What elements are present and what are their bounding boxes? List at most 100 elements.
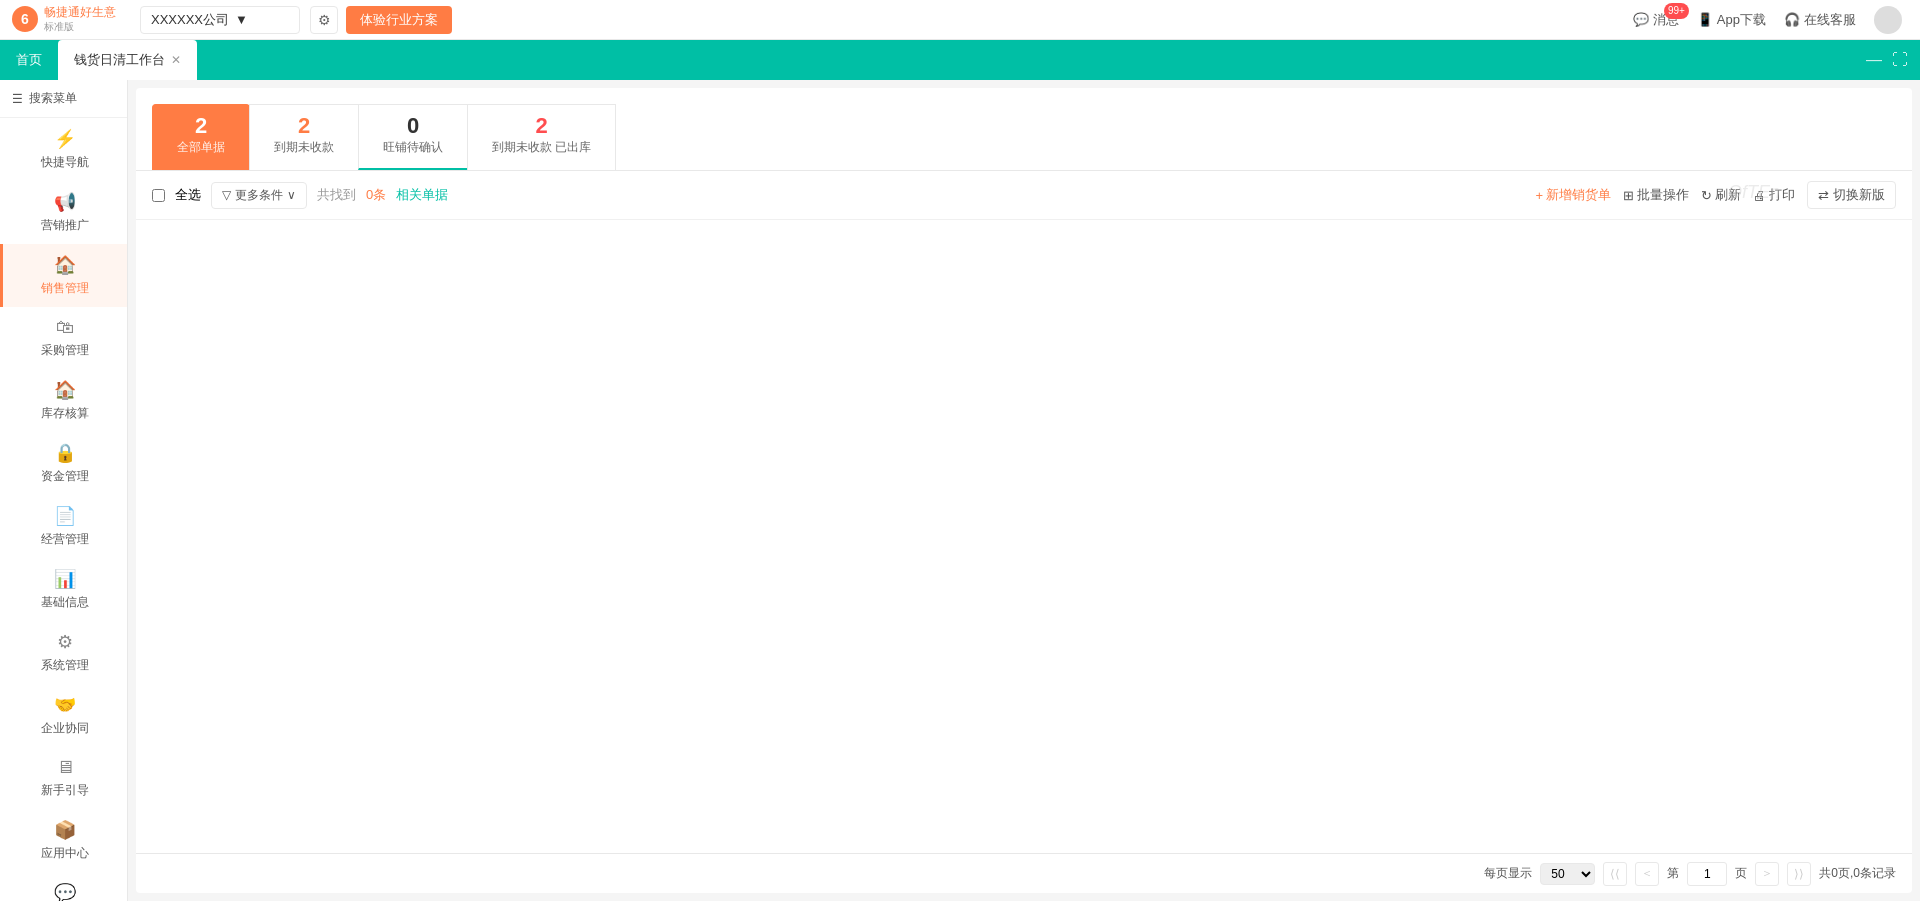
weixin-icon: 💬 [54, 882, 76, 901]
sidebar-item-purchase[interactable]: 🛍 采购管理 [0, 307, 127, 369]
refresh-label: 刷新 [1715, 186, 1741, 204]
refresh-button[interactable]: ↻ 刷新 [1701, 186, 1741, 204]
stat-num-overdue: 2 [274, 113, 334, 139]
maximize-icon[interactable]: ⛶ [1892, 51, 1908, 69]
collab-icon: 🤝 [54, 694, 76, 716]
batch-icon: ⊞ [1623, 188, 1634, 203]
total-text: 共0页,0条记录 [1819, 865, 1896, 882]
stat-tab-shipped[interactable]: 2 到期未收款 已出库 [467, 104, 616, 170]
select-all-checkbox[interactable] [152, 189, 165, 202]
sidebar-item-inventory[interactable]: 🏠 库存核算 [0, 369, 127, 432]
select-all-label: 全选 [175, 186, 201, 204]
found-count: 0条 [366, 186, 386, 204]
guide-icon: 🖥 [56, 757, 74, 778]
system-icon: ⚙ [57, 631, 73, 653]
stat-tab-overdue[interactable]: 2 到期未收款 [249, 104, 359, 170]
tab-close-icon[interactable]: ✕ [171, 53, 181, 67]
current-page-input[interactable] [1687, 862, 1727, 886]
main-layout: ☰ 搜索菜单 ⚡ 快捷导航 📢 营销推广 🏠 销售管理 🛍 采购管理 🏠 库存核… [0, 80, 1920, 901]
sidebar-item-label: 企业协同 [41, 720, 89, 737]
operation-icon: 📄 [54, 505, 76, 527]
sidebar-item-basic[interactable]: 📊 基础信息 [0, 558, 127, 621]
sidebar-item-finance[interactable]: 🔒 资金管理 [0, 432, 127, 495]
sidebar-item-label: 快捷导航 [41, 154, 89, 171]
message-button[interactable]: 💬 消息 99+ [1633, 11, 1679, 29]
sidebar-item-marketing[interactable]: 📢 营销推广 [0, 181, 127, 244]
company-name: XXXXXX公司 [151, 11, 229, 29]
sidebar-item-guide[interactable]: 🖥 新手引导 [0, 747, 127, 809]
service-icon: 🎧 [1784, 12, 1800, 27]
header-actions: ⚙ 体验行业方案 [310, 6, 452, 34]
sidebar-item-label: 库存核算 [41, 405, 89, 422]
message-badge: 99+ [1664, 3, 1689, 19]
print-button[interactable]: 🖨 打印 [1753, 186, 1795, 204]
sidebar-item-weixin[interactable]: 💬 企业微信 [0, 872, 127, 901]
first-page-button[interactable]: ⟨⟨ [1603, 862, 1627, 886]
work-area: 2 全部单据 2 到期未收款 0 旺铺待确认 2 到期未收款 已出库 [136, 88, 1912, 893]
sidebar-item-operation[interactable]: 📄 经营管理 [0, 495, 127, 558]
page-label-end: 页 [1735, 865, 1747, 882]
stat-label-all: 全部单据 [177, 139, 225, 156]
minimize-icon[interactable]: — [1866, 51, 1882, 69]
search-menu-button[interactable]: ☰ 搜索菜单 [0, 80, 127, 118]
tab-work-label: 钱货日清工作台 [74, 51, 165, 69]
related-link[interactable]: 相关单据 [396, 186, 448, 204]
found-text: 共找到 [317, 186, 356, 204]
quick-nav-icon: ⚡ [54, 128, 76, 150]
switch-label: 切换新版 [1833, 186, 1885, 204]
company-selector[interactable]: XXXXXX公司 ▼ [140, 6, 300, 34]
filter-label: 更多条件 [235, 187, 283, 204]
footer-pagination: 每页显示 50 100 200 ⟨⟨ ＜ 第 页 ＞ ⟩⟩ 共0页,0条记录 [136, 853, 1912, 893]
filter-button[interactable]: ▽ 更多条件 ∨ [211, 182, 307, 209]
appstore-icon: 📦 [54, 819, 76, 841]
next-page-button[interactable]: ＞ [1755, 862, 1779, 886]
stat-label-shipped: 到期未收款 已出库 [492, 139, 591, 156]
sidebar-item-collab[interactable]: 🤝 企业协同 [0, 684, 127, 747]
page-size-select[interactable]: 50 100 200 [1540, 863, 1595, 885]
top-header: 6 畅捷通好生意 标准版 XXXXXX公司 ▼ ⚙ 体验行业方案 💬 消息 99… [0, 0, 1920, 40]
search-menu-label: 搜索菜单 [29, 90, 77, 107]
stat-num-all: 2 [177, 113, 225, 139]
switch-version-button[interactable]: ⇄ 切换新版 [1807, 181, 1896, 209]
refresh-icon: ↻ [1701, 188, 1712, 203]
tab-home[interactable]: 首页 [0, 40, 58, 80]
avatar [1874, 6, 1902, 34]
batch-button[interactable]: ⊞ 批量操作 [1623, 186, 1689, 204]
app-download-button[interactable]: 📱 App下载 [1697, 11, 1766, 29]
stat-tab-all[interactable]: 2 全部单据 [152, 104, 250, 170]
last-page-button[interactable]: ⟩⟩ [1787, 862, 1811, 886]
sidebar-item-label: 新手引导 [41, 782, 89, 799]
sidebar-item-label: 采购管理 [41, 342, 89, 359]
sidebar-item-appstore[interactable]: 📦 应用中心 [0, 809, 127, 872]
add-sales-order-button[interactable]: + 新增销货单 [1535, 186, 1611, 204]
sidebar-item-label: 基础信息 [41, 594, 89, 611]
tab-home-label: 首页 [16, 51, 42, 69]
inventory-icon: 🏠 [54, 379, 76, 401]
app-download-label: App下载 [1717, 11, 1766, 29]
tab-work[interactable]: 钱货日清工作台 ✕ [58, 40, 197, 80]
print-label: 打印 [1769, 186, 1795, 204]
stat-num-pending: 0 [383, 113, 443, 139]
add-label: 新增销货单 [1546, 186, 1611, 204]
page-size-label: 每页显示 [1484, 865, 1532, 882]
stat-num-shipped: 2 [492, 113, 591, 139]
message-icon: 💬 [1633, 12, 1649, 27]
logo-icon: 6 [12, 6, 38, 32]
avatar-area[interactable] [1874, 6, 1908, 34]
sidebar-item-system[interactable]: ⚙ 系统管理 [0, 621, 127, 684]
basic-icon: 📊 [54, 568, 76, 590]
settings-button[interactable]: ⚙ [310, 6, 338, 34]
stats-tabs: 2 全部单据 2 到期未收款 0 旺铺待确认 2 到期未收款 已出库 [136, 88, 1912, 171]
sales-icon: 🏠 [54, 254, 76, 276]
sidebar-item-sales[interactable]: 🏠 销售管理 [0, 244, 127, 307]
stat-tab-pending[interactable]: 0 旺铺待确认 [358, 104, 468, 170]
add-icon: + [1535, 188, 1543, 203]
sidebar-item-quick-nav[interactable]: ⚡ 快捷导航 [0, 118, 127, 181]
table-area [136, 220, 1912, 853]
online-service-button[interactable]: 🎧 在线客服 [1784, 11, 1856, 29]
marketing-icon: 📢 [54, 191, 76, 213]
trial-button[interactable]: 体验行业方案 [346, 6, 452, 34]
sidebar-item-label: 营销推广 [41, 217, 89, 234]
filter-icon: ▽ [222, 188, 231, 202]
prev-page-button[interactable]: ＜ [1635, 862, 1659, 886]
